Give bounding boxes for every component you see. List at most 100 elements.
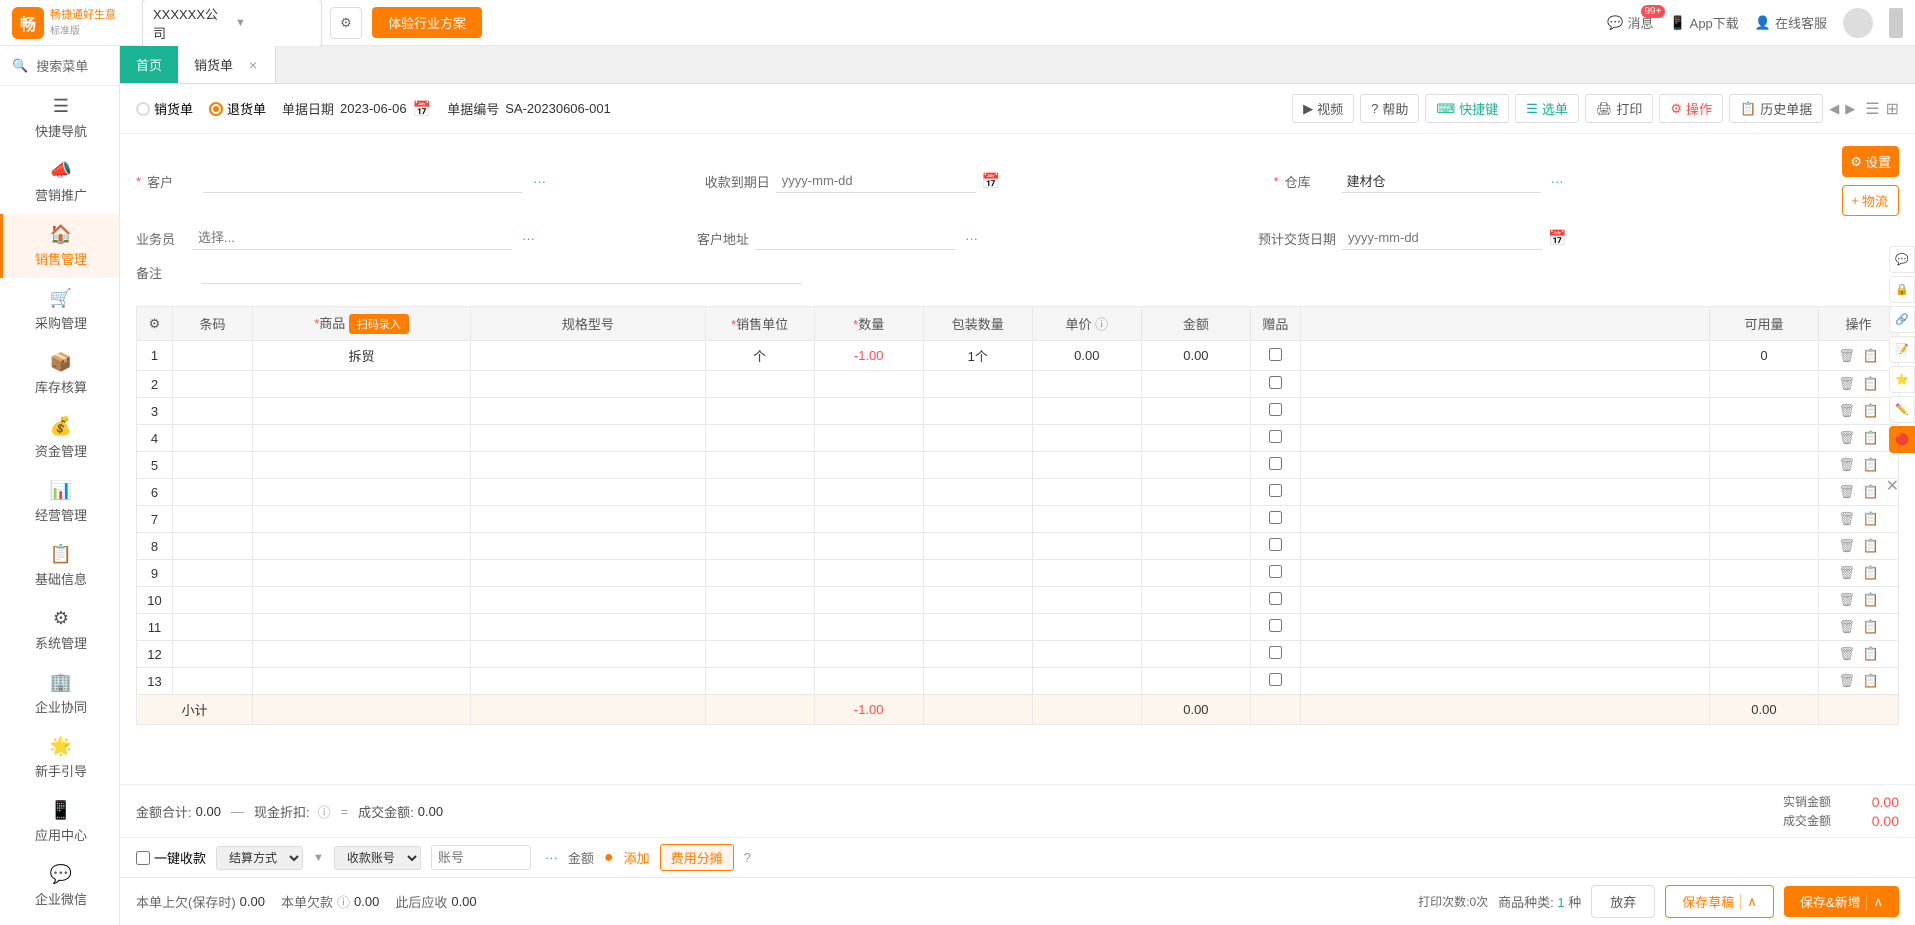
cell-remark[interactable] [1300, 506, 1709, 533]
address-dots-icon[interactable]: ··· [965, 231, 978, 246]
cell-gift[interactable] [1250, 533, 1300, 560]
toolbar-video-btn[interactable]: ▶ 视频 [1292, 94, 1354, 123]
sidebar-item-basic[interactable]: 📋 基础信息 [0, 534, 119, 598]
copy-icon[interactable]: 📋 [1862, 457, 1878, 472]
float-btn-4[interactable]: 📝 [1889, 336, 1915, 363]
cell-product[interactable] [253, 533, 471, 560]
cell-product[interactable] [253, 479, 471, 506]
copy-icon[interactable]: 📋 [1862, 403, 1878, 418]
payment-date-input[interactable] [776, 169, 976, 193]
float-btn-1[interactable]: 💬 [1889, 246, 1915, 273]
sidebar-item-apps[interactable]: 📱 应用中心 [0, 790, 119, 854]
cell-amount[interactable] [1141, 398, 1250, 425]
cell-barcode[interactable] [173, 533, 253, 560]
app-download-btn[interactable]: 📱 App下载 [1669, 13, 1738, 32]
save-new-arrow-icon[interactable]: ∧ [1866, 894, 1883, 910]
cell-spec[interactable] [471, 341, 705, 371]
cell-amount[interactable] [1141, 479, 1250, 506]
cell-pkgqty[interactable] [923, 668, 1032, 695]
toolbar-action-btn[interactable]: ⚙ 操作 [1659, 94, 1723, 123]
cell-remark[interactable] [1300, 560, 1709, 587]
copy-icon[interactable]: 📋 [1862, 511, 1878, 526]
sidebar-item-purchase[interactable]: 🛒 采购管理 [0, 278, 119, 342]
cell-remark[interactable] [1300, 452, 1709, 479]
cell-spec[interactable] [471, 668, 705, 695]
tab-sales-order[interactable]: 销货单 × [178, 46, 276, 83]
cell-price[interactable] [1032, 614, 1141, 641]
cell-gift[interactable] [1250, 614, 1300, 641]
cell-spec[interactable] [471, 560, 705, 587]
sidebar-item-finance[interactable]: 💰 资金管理 [0, 406, 119, 470]
toolbar-history-btn[interactable]: 📋 历史单据 [1729, 94, 1823, 123]
delete-icon[interactable]: 🗑 [1838, 511, 1855, 526]
cell-unit[interactable] [705, 587, 814, 614]
cell-product[interactable] [253, 371, 471, 398]
discount-info-icon[interactable]: ⓘ [318, 802, 331, 821]
toolbar-select-btn[interactable]: ☰ 选单 [1515, 94, 1579, 123]
toolbar-help-btn[interactable]: ? 帮助 [1360, 94, 1419, 123]
abandon-btn[interactable]: 放弃 [1591, 885, 1655, 918]
delete-icon[interactable]: 🗑 [1838, 565, 1855, 580]
grid-view-btn[interactable]: ⊞ [1886, 99, 1899, 119]
settings-icon-btn[interactable]: ⚙ [330, 7, 362, 39]
cell-gift[interactable] [1250, 641, 1300, 668]
cell-price[interactable] [1032, 452, 1141, 479]
warehouse-dots-icon[interactable]: ··· [1551, 174, 1564, 189]
close-all-tabs-btn[interactable]: ✕ [1886, 476, 1899, 496]
cell-amount[interactable] [1141, 641, 1250, 668]
cell-remark[interactable] [1300, 533, 1709, 560]
cell-pkgqty[interactable] [923, 614, 1032, 641]
calc-dropdown-icon[interactable]: ▼ [313, 852, 324, 864]
delete-icon[interactable]: 🗑 [1838, 403, 1855, 418]
expected-delivery-input[interactable] [1342, 226, 1542, 250]
cell-gift[interactable] [1250, 341, 1300, 371]
cell-unit[interactable] [705, 425, 814, 452]
cell-amount[interactable] [1141, 668, 1250, 695]
cell-product[interactable] [253, 425, 471, 452]
copy-icon[interactable]: 📋 [1862, 430, 1878, 445]
delete-icon[interactable]: 🗑 [1838, 592, 1855, 607]
tab-close-btn[interactable]: × [247, 57, 259, 73]
cell-gift[interactable] [1250, 560, 1300, 587]
cell-pkgqty[interactable] [923, 452, 1032, 479]
cell-qty[interactable] [814, 533, 923, 560]
save-draft-arrow-icon[interactable]: ∧ [1740, 894, 1757, 910]
cell-pkgqty[interactable] [923, 506, 1032, 533]
cell-pkgqty[interactable] [923, 641, 1032, 668]
copy-icon[interactable]: 📋 [1862, 565, 1878, 580]
try-btn[interactable]: 体验行业方案 [372, 7, 482, 38]
cell-qty[interactable] [814, 641, 923, 668]
cell-barcode[interactable] [173, 425, 253, 452]
cell-spec[interactable] [471, 587, 705, 614]
prev-record-btn[interactable]: ◀ [1829, 101, 1839, 117]
cell-spec[interactable] [471, 506, 705, 533]
float-btn-6[interactable]: ✏️ [1889, 396, 1915, 423]
toolbar-shortcut-btn[interactable]: ⌨ 快捷键 [1425, 94, 1509, 123]
copy-icon[interactable]: 📋 [1862, 592, 1878, 607]
cell-barcode[interactable] [173, 479, 253, 506]
cell-qty[interactable] [814, 587, 923, 614]
cell-price[interactable] [1032, 398, 1141, 425]
date-value[interactable]: 2023-06-06 [340, 101, 407, 116]
cell-gift[interactable] [1250, 668, 1300, 695]
cell-pkgqty[interactable] [923, 587, 1032, 614]
next-record-btn[interactable]: ▶ [1845, 101, 1855, 117]
float-btn-orange[interactable]: 🔴 [1889, 426, 1915, 453]
sidebar-item-sales[interactable]: 🏠 销售管理 [0, 214, 119, 278]
delete-icon[interactable]: 🗑 [1838, 457, 1855, 472]
cell-amount[interactable] [1141, 506, 1250, 533]
cell-pkgqty[interactable] [923, 425, 1032, 452]
cell-spec[interactable] [471, 641, 705, 668]
cell-spec[interactable] [471, 614, 705, 641]
cell-amount[interactable] [1141, 614, 1250, 641]
copy-icon[interactable]: 📋 [1862, 646, 1878, 661]
sidebar-search[interactable]: 🔍 搜索菜单 [0, 46, 119, 86]
cell-product[interactable] [253, 587, 471, 614]
cell-product[interactable] [253, 452, 471, 479]
cell-unit[interactable] [705, 479, 814, 506]
cell-price[interactable]: 0.00 [1032, 341, 1141, 371]
cell-qty[interactable] [814, 479, 923, 506]
cell-unit[interactable] [705, 371, 814, 398]
cell-remark[interactable] [1300, 479, 1709, 506]
tab-home[interactable]: 首页 [120, 46, 178, 83]
